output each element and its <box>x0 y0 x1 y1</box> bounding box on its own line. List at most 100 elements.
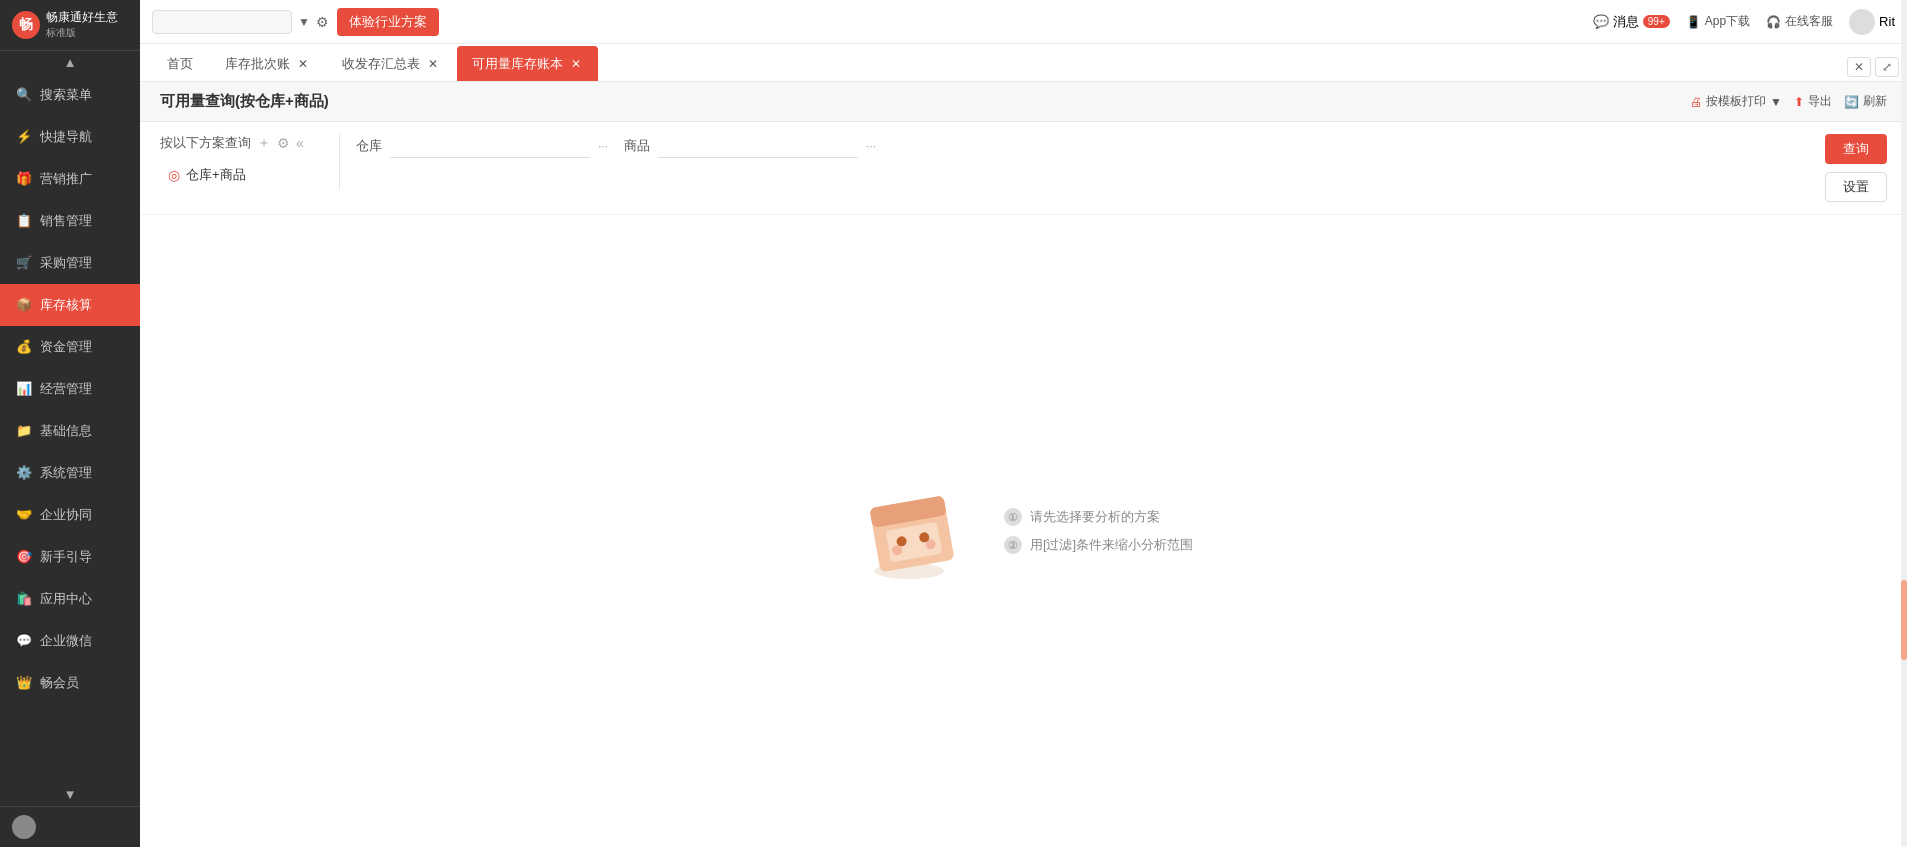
sidebar-item-marketing[interactable]: 🎁 营销推广 <box>0 158 140 200</box>
sidebar-item-enterprise[interactable]: 🤝 企业协同 <box>0 494 140 536</box>
print-btn[interactable]: 🖨 按模板打印 ▼ <box>1690 93 1782 110</box>
nav-label-system: 系统管理 <box>40 464 92 482</box>
page-content: 可用量查询(按仓库+商品) 🖨 按模板打印 ▼ ⬆ 导出 🔄 刷新 <box>140 82 1907 847</box>
sidebar-item-member[interactable]: 👑 畅会员 <box>0 662 140 704</box>
header-dropdown-btn[interactable]: ▼ <box>298 15 310 29</box>
service-label: 在线客服 <box>1785 13 1833 30</box>
sidebar-header: 畅 畅康通好生意 标准版 <box>0 0 140 51</box>
filter-fields: 仓库 ··· 商品 ··· <box>356 134 1825 158</box>
header-gear-btn[interactable]: ⚙ <box>316 14 329 30</box>
service-icon: 🎧 <box>1766 15 1781 29</box>
app-icon: 📱 <box>1686 15 1701 29</box>
user-label: Rit <box>1879 14 1895 29</box>
nav-label-purchase: 采购管理 <box>40 254 92 272</box>
product-label: 商品 <box>624 137 650 155</box>
refresh-btn[interactable]: 🔄 刷新 <box>1844 93 1887 110</box>
expand-tab-btn[interactable]: ⤢ <box>1875 57 1899 77</box>
nav-icon-enterprise: 🤝 <box>16 507 32 523</box>
query-btn[interactable]: 查询 <box>1825 134 1887 164</box>
warehouse-input[interactable] <box>390 134 590 158</box>
nav-label-marketing: 营销推广 <box>40 170 92 188</box>
product-input[interactable] <box>658 134 858 158</box>
nav-label-sales: 销售管理 <box>40 212 92 230</box>
settings-scheme-btn[interactable]: ⚙ <box>277 135 290 151</box>
sidebar-item-newbie[interactable]: 🎯 新手引导 <box>0 536 140 578</box>
nav-icon-wechat: 💬 <box>16 633 32 649</box>
product-more-btn[interactable]: ··· <box>866 139 876 153</box>
sidebar-bottom <box>0 806 140 847</box>
sidebar-scroll-down[interactable]: ▼ <box>0 783 140 806</box>
sidebar: 畅 畅康通好生意 标准版 ▲ 🔍 搜索菜单 ⚡ 快捷导航 🎁 营销推广 📋 销售… <box>0 0 140 847</box>
nav-icon-inventory: 📦 <box>16 297 32 313</box>
export-btn[interactable]: ⬆ 导出 <box>1794 93 1832 110</box>
tab-close-receipt-summary[interactable]: ✕ <box>426 58 440 70</box>
tab-close-available-ledger[interactable]: ✕ <box>569 58 583 70</box>
header-service[interactable]: 🎧 在线客服 <box>1766 13 1833 30</box>
tab-label-batch-ledger: 库存批次账 <box>225 55 290 73</box>
sidebar-user-avatar <box>12 815 36 839</box>
sidebar-item-shortcut[interactable]: ⚡ 快捷导航 <box>0 116 140 158</box>
page-title: 可用量查询(按仓库+商品) <box>160 92 329 111</box>
nav-icon-basic: 📁 <box>16 423 32 439</box>
header-user-area[interactable]: Rit <box>1849 9 1895 35</box>
warehouse-more-btn[interactable]: ··· <box>598 139 608 153</box>
nav-icon-operations: 📊 <box>16 381 32 397</box>
header-industry-btn[interactable]: 体验行业方案 <box>337 8 439 36</box>
right-scrollbar <box>1901 0 1907 847</box>
scheme-item-label: 仓库+商品 <box>186 166 246 184</box>
collapse-scheme-btn[interactable]: « <box>296 135 304 151</box>
app-label: App下载 <box>1705 13 1750 30</box>
filter-scheme-header: 按以下方案查询 ＋ ⚙ « <box>160 134 339 152</box>
add-scheme-btn[interactable]: ＋ <box>257 134 271 152</box>
filter-warehouse-field: 仓库 ··· <box>356 134 608 158</box>
sidebar-item-purchase[interactable]: 🛒 采购管理 <box>0 242 140 284</box>
nav-label-finance: 资金管理 <box>40 338 92 356</box>
nav-icon-newbie: 🎯 <box>16 549 32 565</box>
nav-icon-member: 👑 <box>16 675 32 691</box>
top-header: ▼ ⚙ 体验行业方案 💬 消息 99+ 📱 App下载 🎧 在线客服 Rit <box>140 0 1907 44</box>
sidebar-item-wechat[interactable]: 💬 企业微信 <box>0 620 140 662</box>
filter-product-field: 商品 ··· <box>624 134 876 158</box>
sidebar-item-finance[interactable]: 💰 资金管理 <box>0 326 140 368</box>
sidebar-item-appstore[interactable]: 🛍️ 应用中心 <box>0 578 140 620</box>
filter-actions: 查询 设置 <box>1825 134 1887 202</box>
sidebar-scroll-up[interactable]: ▲ <box>0 51 140 74</box>
nav-label-member: 畅会员 <box>40 674 79 692</box>
tab-available-ledger[interactable]: 可用量库存账本✕ <box>457 46 598 81</box>
sidebar-app-title: 畅康通好生意 <box>46 10 118 26</box>
refresh-icon: 🔄 <box>1844 95 1859 109</box>
tab-close-batch-ledger[interactable]: ✕ <box>296 58 310 70</box>
tab-home[interactable]: 首页 <box>152 46 208 81</box>
nav-label-search: 搜索菜单 <box>40 86 92 104</box>
nav-label-shortcut: 快捷导航 <box>40 128 92 146</box>
sidebar-item-basic[interactable]: 📁 基础信息 <box>0 410 140 452</box>
nav-icon-shortcut: ⚡ <box>16 129 32 145</box>
scheme-item[interactable]: ◎ 仓库+商品 <box>160 160 339 190</box>
sidebar-item-system[interactable]: ⚙️ 系统管理 <box>0 452 140 494</box>
tab-batch-ledger[interactable]: 库存批次账 ✕ <box>210 46 325 81</box>
page-actions: 🖨 按模板打印 ▼ ⬆ 导出 🔄 刷新 <box>1690 93 1887 110</box>
tab-label-receipt-summary: 收发存汇总表 <box>342 55 420 73</box>
sidebar-logo: 畅 <box>12 11 40 39</box>
tab-receipt-summary[interactable]: 收发存汇总表 ✕ <box>327 46 455 81</box>
nav-label-newbie: 新手引导 <box>40 548 92 566</box>
sidebar-item-operations[interactable]: 📊 经营管理 <box>0 368 140 410</box>
settings-btn[interactable]: 设置 <box>1825 172 1887 202</box>
header-search-input[interactable] <box>152 10 292 34</box>
header-msg[interactable]: 💬 消息 99+ <box>1593 13 1670 31</box>
header-app[interactable]: 📱 App下载 <box>1686 13 1750 30</box>
sidebar-item-search[interactable]: 🔍 搜索菜单 <box>0 74 140 116</box>
tab-label-home: 首页 <box>167 55 193 73</box>
msg-badge: 99+ <box>1643 15 1670 28</box>
empty-state: ① 请先选择要分析的方案 ② 用[过滤]条件来缩小分析范围 <box>140 215 1907 847</box>
empty-hint-1: ① 请先选择要分析的方案 <box>1004 508 1193 526</box>
close-all-tabs-btn[interactable]: ✕ <box>1847 57 1871 77</box>
print-label: 按模板打印 <box>1706 93 1766 110</box>
nav-label-basic: 基础信息 <box>40 422 92 440</box>
sidebar-item-sales[interactable]: 📋 销售管理 <box>0 200 140 242</box>
sidebar-item-inventory[interactable]: 📦 库存核算 <box>0 284 140 326</box>
nav-label-wechat: 企业微信 <box>40 632 92 650</box>
right-scrollbar-thumb[interactable] <box>1901 580 1907 660</box>
nav-label-enterprise: 企业协同 <box>40 506 92 524</box>
nav-icon-sales: 📋 <box>16 213 32 229</box>
